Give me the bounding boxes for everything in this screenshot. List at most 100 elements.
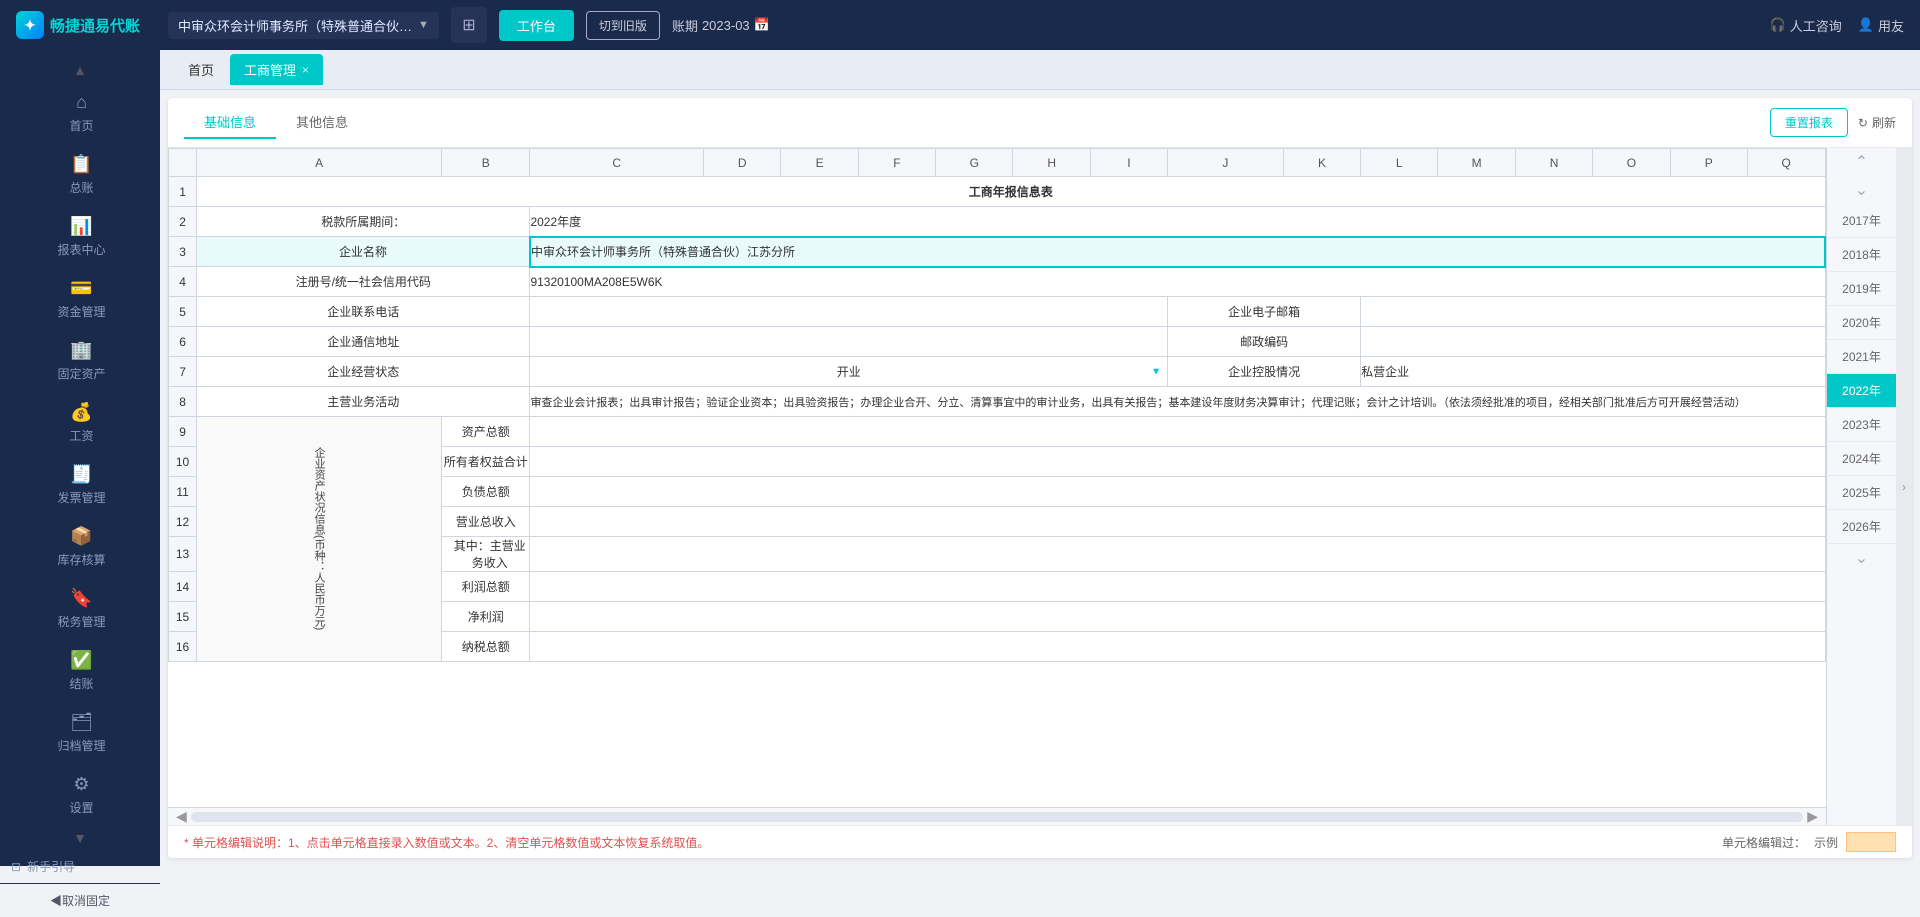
company-label-cell: 企业名称: [197, 237, 530, 267]
profit-value[interactable]: [530, 572, 1825, 602]
company-value-cell[interactable]: 中审众环会计师事务所（特殊普通合伙）江苏分所: [530, 237, 1825, 267]
row-num-15: 15: [169, 602, 197, 632]
col-header-b[interactable]: B: [442, 149, 530, 177]
col-header-e[interactable]: E: [781, 149, 858, 177]
holding-value-cell[interactable]: 私营企业: [1361, 357, 1825, 387]
sidebar-item-assets[interactable]: 🏢 固定资产: [0, 330, 160, 392]
year-2021[interactable]: 2021年: [1827, 340, 1896, 374]
company-icon-btn[interactable]: ⊞: [451, 7, 487, 43]
main-revenue-value[interactable]: [530, 537, 1825, 572]
sidebar-item-salary[interactable]: 💰 工资: [0, 392, 160, 454]
grid-wrapper[interactable]: A B C D E F G H I J: [168, 148, 1826, 807]
sidebar-item-tax[interactable]: 🔖 税务管理: [0, 578, 160, 640]
title-cell[interactable]: 工商年报信息表: [197, 177, 1825, 207]
col-header-a[interactable]: A: [197, 149, 442, 177]
sidebar-label-settings: 设置: [69, 799, 93, 816]
hscroll-track[interactable]: [191, 812, 1803, 822]
sidebar-item-archive[interactable]: 🗂 归档管理: [0, 702, 160, 764]
sidebar-item-ledger[interactable]: 📋 总账: [0, 144, 160, 206]
sidebar-label-tax: 税务管理: [57, 613, 105, 630]
business-value-cell[interactable]: 审查企业会计报表；出具审计报告；验证企业资本；出具验资报告；办理企业合开、分立、…: [530, 387, 1825, 417]
reset-button[interactable]: 重置报表: [1770, 108, 1848, 137]
collapse-panel[interactable]: ›: [1896, 148, 1912, 825]
year-2023[interactable]: 2023年: [1827, 408, 1896, 442]
year-2019[interactable]: 2019年: [1827, 272, 1896, 306]
sidebar-item-inventory[interactable]: 📦 库存核算: [0, 516, 160, 578]
consult-button[interactable]: 🎧 人工咨询: [1770, 16, 1842, 35]
period-display: 账期 2023-03 📅: [672, 16, 770, 35]
col-header-q[interactable]: Q: [1747, 149, 1825, 177]
year-2020[interactable]: 2020年: [1827, 306, 1896, 340]
reg-value-cell[interactable]: 91320100MA208E5W6K: [530, 267, 1825, 297]
year-2026[interactable]: 2026年: [1827, 510, 1896, 544]
year-2022[interactable]: 2022年: [1827, 374, 1896, 408]
sidebar-new-guide[interactable]: ⊡ 新手引导: [0, 850, 160, 883]
equity-value[interactable]: [530, 447, 1825, 477]
col-header-n[interactable]: N: [1515, 149, 1592, 177]
status-value-cell[interactable]: 开业 ▼: [530, 357, 1168, 387]
sidebar-item-finance[interactable]: 💳 资金管理: [0, 268, 160, 330]
workbench-button[interactable]: 工作台: [499, 10, 574, 41]
sidebar-scroll-up[interactable]: ▲: [0, 58, 160, 82]
col-header-k[interactable]: K: [1283, 149, 1360, 177]
sidebar-label-finance: 资金管理: [57, 303, 105, 320]
tab-other-info[interactable]: 其他信息: [276, 106, 368, 139]
company-name: 中审众环会计师事务所（特殊普通合伙…: [178, 16, 412, 35]
col-header-d[interactable]: D: [704, 149, 781, 177]
sidebar-item-closing[interactable]: ✅ 结账: [0, 640, 160, 702]
user-menu[interactable]: 👤 用友: [1858, 16, 1904, 35]
col-header-c[interactable]: C: [530, 149, 704, 177]
year-scroll-down[interactable]: ⌄: [1851, 544, 1872, 572]
col-header-f[interactable]: F: [858, 149, 935, 177]
horizontal-scrollbar[interactable]: ◀ ▶: [168, 807, 1826, 825]
revenue-value[interactable]: [530, 507, 1825, 537]
col-header-h[interactable]: H: [1013, 149, 1090, 177]
calendar-icon[interactable]: 📅: [754, 17, 770, 33]
year-2017[interactable]: 2017年: [1827, 204, 1896, 238]
addr-value-cell[interactable]: [530, 327, 1168, 357]
year-scroll-up[interactable]: ⌃: [1851, 148, 1872, 176]
col-header-g[interactable]: G: [936, 149, 1013, 177]
sidebar-label-report: 报表中心: [57, 241, 105, 258]
email-value-cell[interactable]: [1361, 297, 1825, 327]
tab-home[interactable]: 首页: [176, 54, 226, 85]
sidebar-item-report[interactable]: 📊 报表中心: [0, 206, 160, 268]
col-header-l[interactable]: L: [1361, 149, 1438, 177]
col-header-o[interactable]: O: [1593, 149, 1670, 177]
hscroll-right-arrow[interactable]: ▶: [1803, 808, 1822, 825]
sidebar-item-invoice[interactable]: 🧾 发票管理: [0, 454, 160, 516]
col-header-i[interactable]: I: [1090, 149, 1167, 177]
asset-value[interactable]: [530, 417, 1825, 447]
tab-industrial[interactable]: 工商管理 ×: [230, 54, 323, 85]
year-2018[interactable]: 2018年: [1827, 238, 1896, 272]
liability-value[interactable]: [530, 477, 1825, 507]
tab-close-icon[interactable]: ×: [302, 63, 309, 77]
row-num-1: 1: [169, 177, 197, 207]
oldver-button[interactable]: 切到旧版: [586, 11, 660, 40]
refresh-button[interactable]: ↻ 刷新: [1858, 114, 1896, 131]
col-header-j[interactable]: J: [1168, 149, 1284, 177]
sidebar-pin[interactable]: ◀取消固定: [0, 883, 160, 917]
user-icon: 👤: [1858, 17, 1874, 33]
headset-icon: 🎧: [1770, 17, 1786, 33]
period-value-cell[interactable]: 2022年度: [530, 207, 1825, 237]
asset-group-cell: 企业资产状况信息(币种：人民币万元): [197, 417, 442, 662]
main-layout: ▲ ⌂ 首页 📋 总账 📊 报表中心 💳 资金管理 🏢 固定资产 💰 工资 🧾 …: [0, 50, 1920, 866]
net-profit-value[interactable]: [530, 602, 1825, 632]
sidebar: ▲ ⌂ 首页 📋 总账 📊 报表中心 💳 资金管理 🏢 固定资产 💰 工资 🧾 …: [0, 50, 160, 866]
sidebar-item-home[interactable]: ⌂ 首页: [0, 82, 160, 144]
sidebar-scroll-down[interactable]: ▼: [0, 826, 160, 850]
sidebar-item-settings[interactable]: ⚙ 设置: [0, 764, 160, 826]
postal-value-cell[interactable]: [1361, 327, 1825, 357]
hscroll-left-arrow[interactable]: ◀: [172, 808, 191, 825]
col-header-m[interactable]: M: [1438, 149, 1515, 177]
row-num-10: 10: [169, 447, 197, 477]
tax-total-value[interactable]: [530, 632, 1825, 662]
year-2024[interactable]: 2024年: [1827, 442, 1896, 476]
col-header-p[interactable]: P: [1670, 149, 1747, 177]
phone-value-cell[interactable]: [530, 297, 1168, 327]
year-2025[interactable]: 2025年: [1827, 476, 1896, 510]
year-expand-btn[interactable]: ⌄: [1851, 176, 1872, 204]
company-selector[interactable]: 中审众环会计师事务所（特殊普通合伙… ▼: [168, 12, 439, 39]
tab-basic-info[interactable]: 基础信息: [184, 106, 276, 139]
